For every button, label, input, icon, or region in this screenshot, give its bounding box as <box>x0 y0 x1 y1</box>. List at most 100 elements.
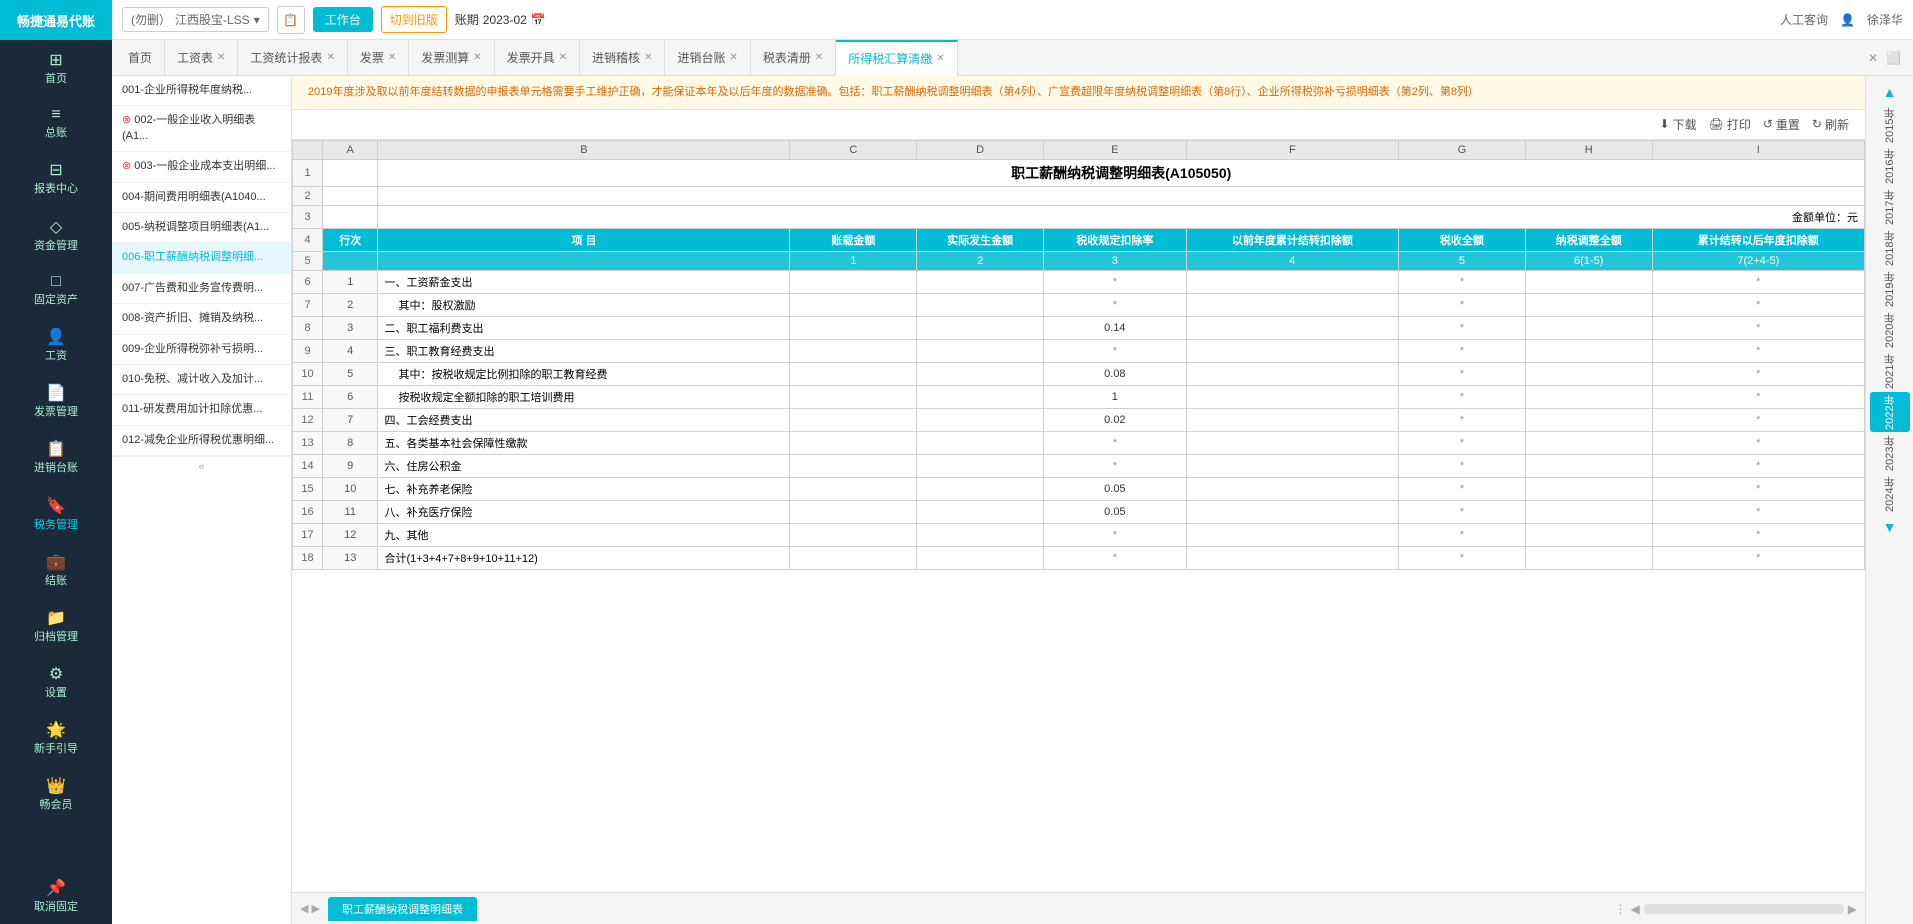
cell-i-9[interactable]: * <box>1652 477 1864 500</box>
cell-c-4[interactable] <box>790 362 917 385</box>
tab-close-3[interactable]: ✕ <box>388 52 396 63</box>
cell-i-10[interactable]: * <box>1652 500 1864 523</box>
cell-f-12[interactable] <box>1186 546 1398 569</box>
seq-1[interactable]: 2 <box>323 293 378 316</box>
year-item-2023年[interactable]: 2023年 <box>1870 433 1910 473</box>
cell-h-11[interactable] <box>1525 523 1652 546</box>
left-panel-item-005[interactable]: 005-纳税调整项目明细表(A1... <box>112 213 291 243</box>
cell-f-4[interactable] <box>1186 362 1398 385</box>
cell-f-1[interactable] <box>1186 293 1398 316</box>
cell-c-5[interactable] <box>790 385 917 408</box>
tab-发票测算[interactable]: 发票测算✕ <box>409 40 494 76</box>
cell-e-7[interactable]: * <box>1044 431 1187 454</box>
tab-close-5[interactable]: ✕ <box>559 52 567 63</box>
tab-close-4[interactable]: ✕ <box>473 52 481 63</box>
sidebar-item-资金管理[interactable]: ◇ 资金管理 <box>0 207 112 263</box>
refresh-button[interactable]: ↻ 刷新 <box>1812 116 1849 133</box>
cell-d-10[interactable] <box>917 500 1044 523</box>
sidebar-item-归档管理[interactable]: 📁 归档管理 <box>0 598 112 654</box>
seq-3[interactable]: 4 <box>323 339 378 362</box>
label-2[interactable]: 二、职工福利费支出 <box>378 316 790 339</box>
cell-e-4[interactable]: 0.08 <box>1044 362 1187 385</box>
workspace-button[interactable]: 工作台 <box>313 7 373 32</box>
label-9[interactable]: 七、补充养老保险 <box>378 477 790 500</box>
sidebar-item-报表中心[interactable]: ⊟ 报表中心 <box>0 150 112 206</box>
label-8[interactable]: 六、住房公积金 <box>378 454 790 477</box>
cell-d-5[interactable] <box>917 385 1044 408</box>
cell-f-7[interactable] <box>1186 431 1398 454</box>
collapse-left-panel[interactable]: « <box>112 456 291 477</box>
year-item-2017年[interactable]: 2017年 <box>1870 187 1910 227</box>
cell-g-3[interactable]: * <box>1399 339 1526 362</box>
cell-c-0[interactable] <box>790 270 917 293</box>
maximize-icon[interactable]: ⬜ <box>1886 51 1901 65</box>
label-10[interactable]: 八、补充医疗保险 <box>378 500 790 523</box>
close-tab-icon[interactable]: ✕ <box>1868 51 1878 65</box>
tab-所得税汇算清缴[interactable]: 所得税汇算清缴✕ <box>836 40 957 76</box>
cell-c-3[interactable] <box>790 339 917 362</box>
left-panel-item-004[interactable]: 004-期间费用明细表(A1040... <box>112 183 291 213</box>
label-3[interactable]: 三、职工教育经费支出 <box>378 339 790 362</box>
print-button[interactable]: 🖨 打印 <box>1709 116 1751 133</box>
cell-d-8[interactable] <box>917 454 1044 477</box>
cell-f-2[interactable] <box>1186 316 1398 339</box>
sheet-tab[interactable]: 职工薪酬纳税调整明细表 <box>328 897 477 921</box>
label-0[interactable]: 一、工资薪金支出 <box>378 270 790 293</box>
cell-f-3[interactable] <box>1186 339 1398 362</box>
cell-d-2[interactable] <box>917 316 1044 339</box>
cell-i-2[interactable]: * <box>1652 316 1864 339</box>
sheet-menu-icon[interactable]: ⋮ <box>1615 902 1627 916</box>
cell-e-2[interactable]: 0.14 <box>1044 316 1187 339</box>
cell-h-10[interactable] <box>1525 500 1652 523</box>
cell-f-8[interactable] <box>1186 454 1398 477</box>
tab-close-7[interactable]: ✕ <box>729 52 737 63</box>
cell-d-0[interactable] <box>917 270 1044 293</box>
sidebar-item-固定资产[interactable]: □ 固定资产 <box>0 263 112 317</box>
cell-d-4[interactable] <box>917 362 1044 385</box>
label-12[interactable]: 合计(1+3+4+7+8+9+10+11+12) <box>378 546 790 569</box>
cell-i-6[interactable]: * <box>1652 408 1864 431</box>
cell-f-6[interactable] <box>1186 408 1398 431</box>
year-item-2018年[interactable]: 2018年 <box>1870 228 1910 268</box>
label-6[interactable]: 四、工会经费支出 <box>378 408 790 431</box>
cell-g-10[interactable]: * <box>1399 500 1526 523</box>
cell-i-4[interactable]: * <box>1652 362 1864 385</box>
seq-8[interactable]: 9 <box>323 454 378 477</box>
tab-close-2[interactable]: ✕ <box>326 52 334 63</box>
sidebar-item-税务管理[interactable]: 🔖 税务管理 <box>0 486 112 542</box>
cell-c-2[interactable] <box>790 316 917 339</box>
cell-g-4[interactable]: * <box>1399 362 1526 385</box>
download-button[interactable]: ⬇ 下载 <box>1660 116 1697 133</box>
label-11[interactable]: 九、其他 <box>378 523 790 546</box>
cell-e-6[interactable]: 0.02 <box>1044 408 1187 431</box>
left-panel-item-012[interactable]: 012-减免企业所得税优惠明细... <box>112 426 291 456</box>
year-item-2019年[interactable]: 2019年 <box>1870 269 1910 309</box>
sidebar-item-首页[interactable]: ⊞ 首页 <box>0 40 112 96</box>
left-panel-item-008[interactable]: 008-资产折旧、摊销及纳税... <box>112 304 291 334</box>
tab-税表清册[interactable]: 税表清册✕ <box>751 40 836 76</box>
cell-c-12[interactable] <box>790 546 917 569</box>
cell-h-8[interactable] <box>1525 454 1652 477</box>
cell-h-6[interactable] <box>1525 408 1652 431</box>
year-item-2024年[interactable]: 2024年 <box>1870 474 1910 514</box>
cell-e-3[interactable]: * <box>1044 339 1187 362</box>
seq-11[interactable]: 12 <box>323 523 378 546</box>
seq-2[interactable]: 3 <box>323 316 378 339</box>
customer-service-btn[interactable]: 人工客询 <box>1780 11 1828 28</box>
tab-close-9[interactable]: ✕ <box>936 53 944 64</box>
scroll-right-icon[interactable]: ▶ <box>1848 902 1857 916</box>
cell-h-5[interactable] <box>1525 385 1652 408</box>
cell-g-11[interactable]: * <box>1399 523 1526 546</box>
cell-e-12[interactable]: * <box>1044 546 1187 569</box>
sidebar-item-结账[interactable]: 💼 结账 <box>0 542 112 598</box>
cell-g-9[interactable]: * <box>1399 477 1526 500</box>
cell-c-6[interactable] <box>790 408 917 431</box>
sidebar-item-新手引导[interactable]: 🌟 新手引导 <box>0 710 112 766</box>
sidebar-item-畅会员[interactable]: 👑 畅会员 <box>0 766 112 822</box>
cell-h-7[interactable] <box>1525 431 1652 454</box>
cell-g-7[interactable]: * <box>1399 431 1526 454</box>
cell-c-1[interactable] <box>790 293 917 316</box>
year-item-2021年[interactable]: 2021年 <box>1870 351 1910 391</box>
cell-h-9[interactable] <box>1525 477 1652 500</box>
tab-发票开具[interactable]: 发票开具✕ <box>495 40 580 76</box>
